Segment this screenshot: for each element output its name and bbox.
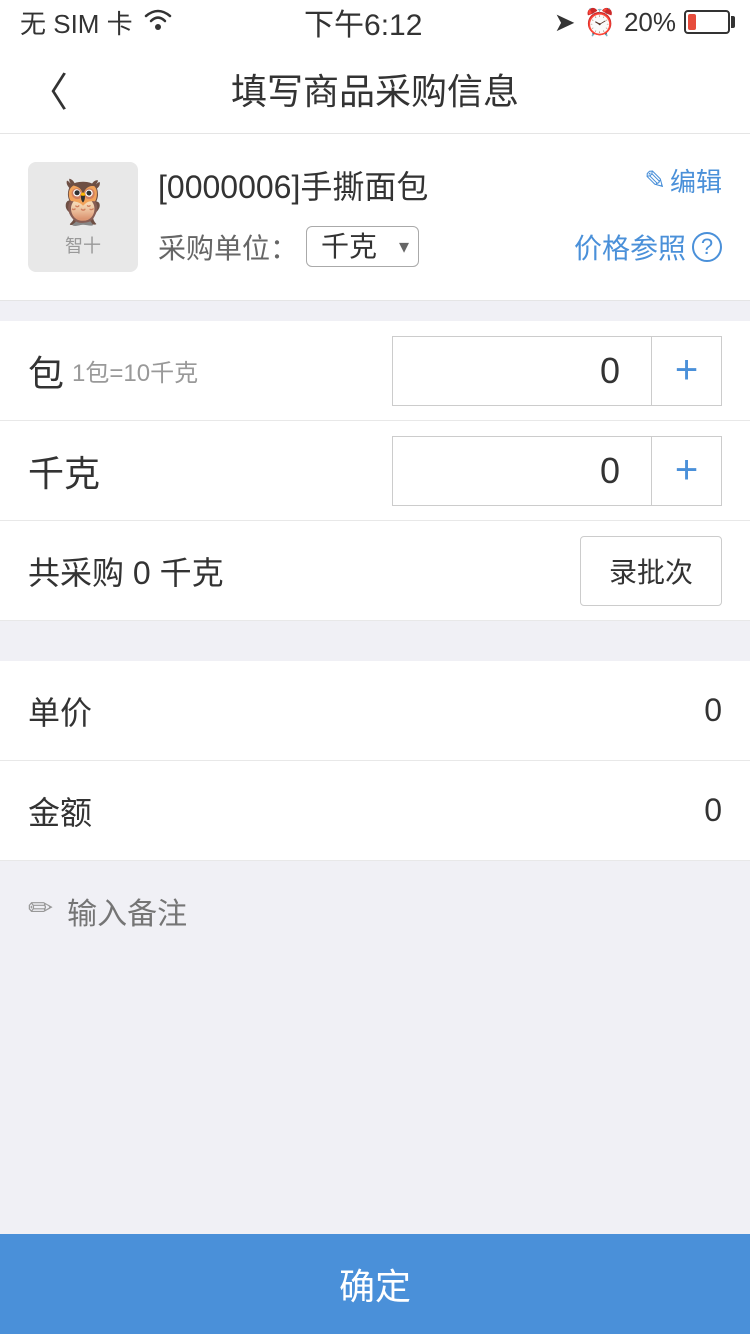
no-sim-text: 无 SIM 卡	[20, 4, 133, 41]
bao-plus-button[interactable]: +	[652, 336, 722, 406]
battery-percent: 20%	[624, 7, 676, 38]
location-icon: ➤	[554, 7, 576, 38]
amount-label: 金额	[28, 788, 92, 834]
section-divider-2	[0, 621, 750, 641]
nav-bar: 〈 填写商品采购信息	[0, 44, 750, 134]
unit-price-label: 单价	[28, 688, 92, 734]
record-batch-button[interactable]: 录批次	[580, 536, 722, 606]
unit-price-value: 0	[704, 692, 722, 729]
kg-input[interactable]	[392, 436, 652, 506]
note-section: ✏	[0, 861, 750, 977]
kg-input-row: 千克 +	[0, 421, 750, 521]
total-text: 共采购 0 千克	[28, 548, 224, 594]
section-divider-1	[0, 301, 750, 321]
unit-select-wrapper[interactable]: 千克 包 ▾	[306, 226, 419, 267]
note-input[interactable]	[67, 889, 722, 949]
product-image: 🦉 智十	[28, 162, 138, 272]
bao-input-row: 包 1包=10千克 +	[0, 321, 750, 421]
product-info: [0000006]手撕面包 ✎ 编辑 采购单位： 千克 包 ▾ 价格参照 ?	[158, 162, 722, 267]
product-header: [0000006]手撕面包 ✎ 编辑	[158, 162, 722, 208]
bao-input-right: +	[392, 336, 722, 406]
bao-label: 包	[28, 345, 64, 397]
back-button[interactable]: 〈	[28, 60, 68, 118]
status-right: ➤ ⏰ 20%	[554, 7, 730, 38]
kg-label: 千克	[28, 445, 100, 497]
bao-sublabel: 1包=10千克	[72, 353, 198, 388]
bao-input[interactable]	[392, 336, 652, 406]
product-name: [0000006]手撕面包	[158, 162, 428, 208]
input-section: 包 1包=10千克 + 千克 +	[0, 321, 750, 521]
unit-label: 采购单位：	[158, 227, 298, 267]
amount-row: 金额 0	[0, 761, 750, 861]
alarm-icon: ⏰	[584, 7, 616, 38]
pencil-icon: ✏	[28, 891, 53, 926]
help-icon: ?	[692, 232, 722, 262]
amount-value: 0	[704, 792, 722, 829]
status-left: 无 SIM 卡	[20, 4, 173, 41]
edit-label: 编辑	[670, 162, 722, 199]
edit-button[interactable]: ✎ 编辑	[644, 162, 722, 199]
total-row: 共采购 0 千克 录批次	[0, 521, 750, 621]
page-title: 填写商品采购信息	[231, 63, 519, 115]
kg-input-right: +	[392, 436, 722, 506]
confirm-button[interactable]: 确定	[0, 1234, 750, 1334]
status-time: 下午6:12	[304, 0, 422, 44]
plus-icon: +	[675, 348, 698, 393]
battery-icon	[684, 10, 730, 34]
product-thumbnail-icon: 🦉	[56, 176, 111, 228]
plus-icon-2: +	[675, 448, 698, 493]
pricing-section: 单价 0 金额 0	[0, 661, 750, 861]
wifi-icon	[143, 8, 173, 37]
price-ref-button[interactable]: 价格参照 ?	[574, 227, 722, 267]
brand-label: 智十	[65, 232, 101, 258]
price-ref-label: 价格参照	[574, 227, 686, 267]
product-unit-row: 采购单位： 千克 包 ▾ 价格参照 ?	[158, 226, 722, 267]
unit-price-row: 单价 0	[0, 661, 750, 761]
content-area	[0, 977, 750, 1257]
unit-select[interactable]: 千克 包	[306, 226, 419, 267]
status-bar: 无 SIM 卡 下午6:12 ➤ ⏰ 20%	[0, 0, 750, 44]
edit-icon: ✎	[644, 165, 666, 196]
kg-plus-button[interactable]: +	[652, 436, 722, 506]
product-card: 🦉 智十 [0000006]手撕面包 ✎ 编辑 采购单位： 千克 包 ▾	[0, 134, 750, 301]
back-icon: 〈	[28, 71, 68, 115]
